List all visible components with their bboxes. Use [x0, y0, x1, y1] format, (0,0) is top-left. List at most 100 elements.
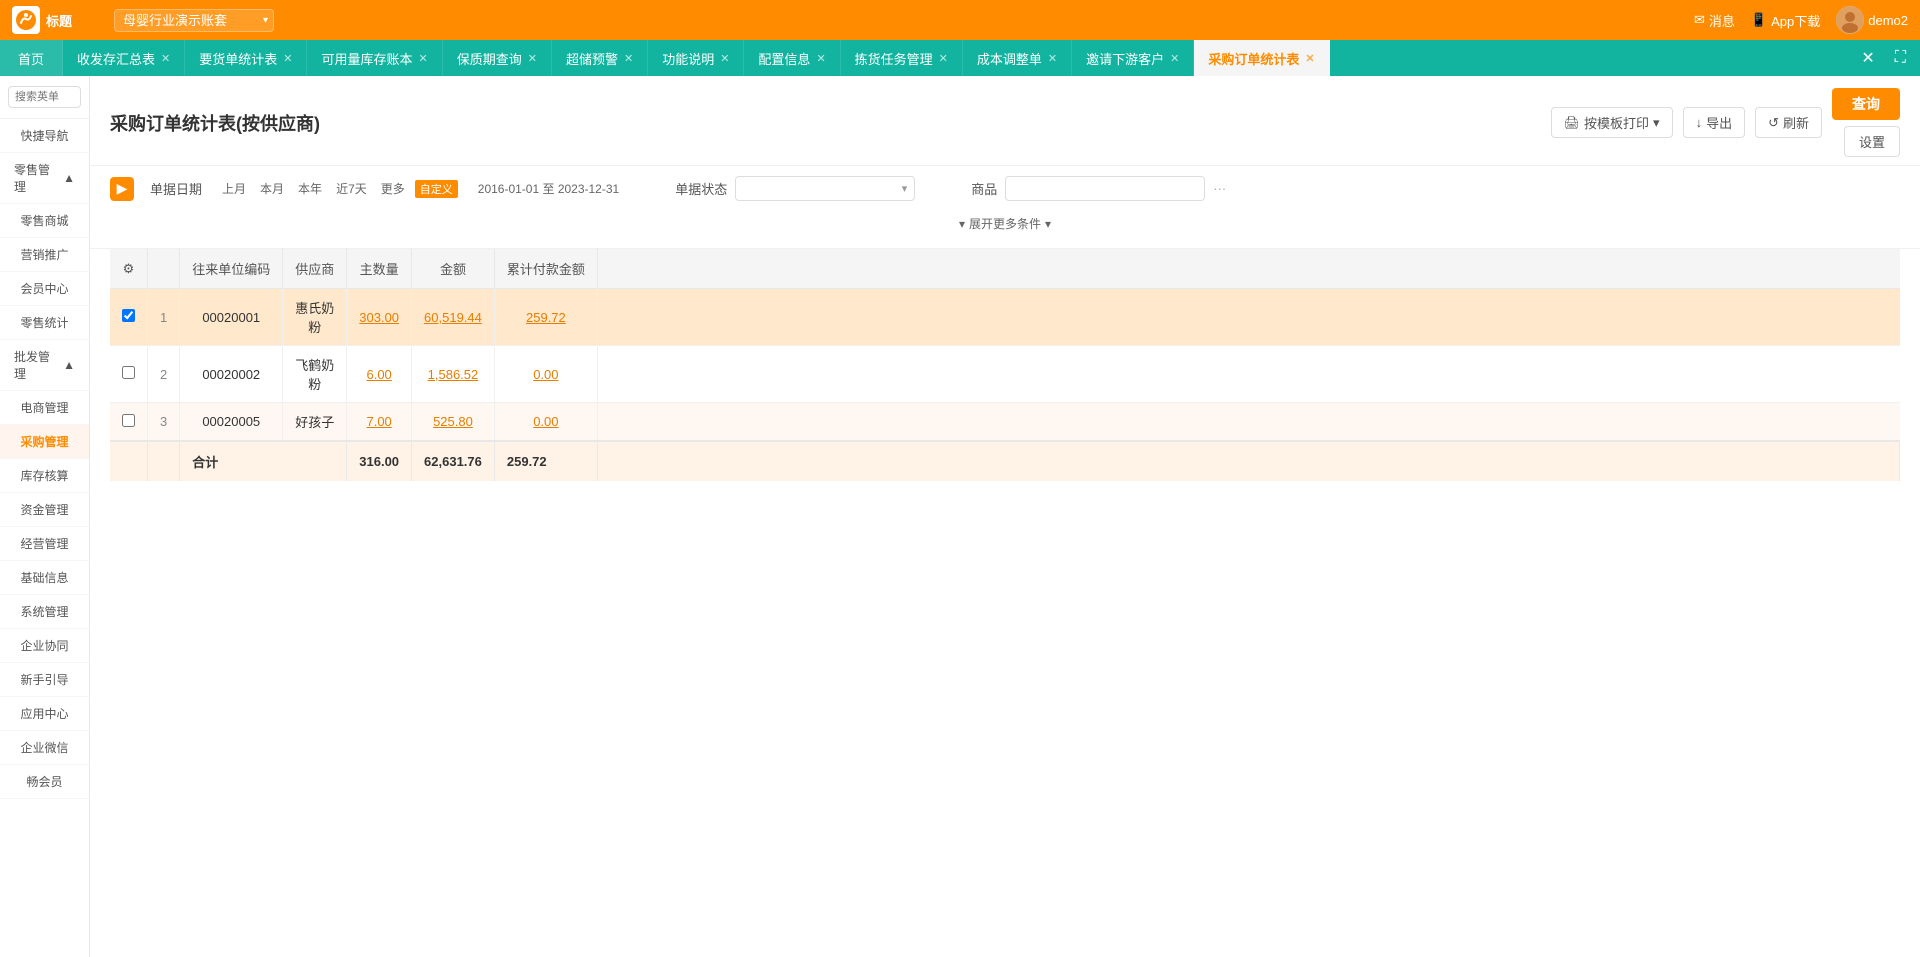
workspace-wrapper[interactable]: 母婴行业演示账套 ▾	[114, 9, 274, 32]
goods-input[interactable]	[1005, 176, 1205, 201]
chevron-down-icon: ▾	[959, 217, 965, 231]
sidebar-label: 批发管理	[14, 348, 59, 382]
sidebar-item-quick-nav[interactable]: 快捷导航	[0, 119, 89, 153]
sidebar-item-finance[interactable]: 资金管理	[0, 493, 89, 527]
row-amount[interactable]: 60,519.44	[412, 289, 495, 346]
sidebar-item-ecommerce-mgmt[interactable]: 电商管理	[0, 391, 89, 425]
sidebar-item-operations[interactable]: 经营管理	[0, 527, 89, 561]
settings-button[interactable]: 设置	[1844, 126, 1900, 157]
row-paid-amount[interactable]: 0.00	[494, 403, 597, 442]
sidebar-item-member[interactable]: 畅会员	[0, 765, 89, 799]
close-tab-btn[interactable]: ✕	[1855, 46, 1880, 70]
more-dates-btn[interactable]: 更多	[377, 179, 409, 198]
search-input[interactable]	[8, 86, 81, 108]
close-icon[interactable]: ✕	[1170, 52, 1179, 65]
this-month-btn[interactable]: 本月	[256, 179, 288, 198]
message-label: 消息	[1709, 11, 1735, 30]
table-row[interactable]: 2 00020002 飞鹤奶粉 6.00 1,586.52 0.00	[110, 346, 1900, 403]
row-quantity[interactable]: 6.00	[347, 346, 412, 403]
close-icon[interactable]: ✕	[1305, 52, 1314, 65]
logo-text: 标题	[46, 11, 72, 30]
row-paid-amount[interactable]: 0.00	[494, 346, 597, 403]
tab-purchase-stats[interactable]: 要货单统计表 ✕	[185, 40, 307, 76]
this-year-btn[interactable]: 本年	[294, 179, 326, 198]
checkbox[interactable]	[122, 366, 135, 379]
row-quantity[interactable]: 7.00	[347, 403, 412, 442]
row-checkbox[interactable]	[110, 289, 148, 346]
sidebar-item-marketing[interactable]: 营销推广	[0, 238, 89, 272]
sidebar-item-inventory[interactable]: 库存核算	[0, 459, 89, 493]
row-quantity[interactable]: 303.00	[347, 289, 412, 346]
tab-purchase-order-stats[interactable]: 采购订单统计表 ✕	[1194, 40, 1329, 76]
tab-available-stock[interactable]: 可用量库存账本 ✕	[307, 40, 442, 76]
expand-arrow-icon: ▲	[63, 171, 75, 185]
last-month-btn[interactable]: 上月	[218, 179, 250, 198]
sidebar-item-basic-info[interactable]: 基础信息	[0, 561, 89, 595]
query-button[interactable]: 查询	[1832, 88, 1900, 120]
sidebar-item-purchase-mgmt[interactable]: 采购管理	[0, 425, 89, 459]
refresh-button[interactable]: ↺ 刷新	[1755, 107, 1822, 138]
row-checkbox[interactable]	[110, 403, 148, 442]
status-select[interactable]	[735, 176, 915, 201]
tab-cost-adjust[interactable]: 成本调整单 ✕	[963, 40, 1072, 76]
sidebar-label: 采购管理	[20, 433, 68, 450]
tab-picking-task[interactable]: 拣货任务管理 ✕	[841, 40, 963, 76]
close-icon[interactable]: ✕	[283, 52, 292, 65]
row-amount[interactable]: 525.80	[412, 403, 495, 442]
app-download-btn[interactable]: 📱 App下载	[1751, 11, 1820, 30]
maximize-btn[interactable]: ⛶	[1889, 47, 1912, 69]
sidebar-item-retail-store[interactable]: 零售商城	[0, 204, 89, 238]
checkbox[interactable]	[122, 414, 135, 427]
message-btn[interactable]: ✉ 消息	[1694, 11, 1735, 30]
custom-date-badge[interactable]: 自定义	[415, 180, 458, 198]
tab-invite-downstream[interactable]: 邀请下游客户 ✕	[1072, 40, 1194, 76]
sidebar-label: 企业协同	[20, 637, 68, 654]
sidebar-item-retail-mgmt[interactable]: 零售管理 ▲	[0, 153, 89, 204]
more-options-icon[interactable]: ···	[1213, 181, 1226, 196]
last-7days-btn[interactable]: 近7天	[332, 179, 371, 198]
user-area[interactable]: demo2	[1836, 6, 1908, 34]
sidebar-item-member-center[interactable]: 会员中心	[0, 272, 89, 306]
sidebar-item-enterprise-wechat[interactable]: 企业微信	[0, 731, 89, 765]
sidebar-item-new-guide[interactable]: 新手引导	[0, 663, 89, 697]
table-row[interactable]: 3 00020005 好孩子 7.00 525.80 0.00	[110, 403, 1900, 442]
export-button[interactable]: ↓ 导出	[1683, 107, 1746, 138]
close-icon[interactable]: ✕	[720, 52, 729, 65]
table-settings-col[interactable]: ⚙	[110, 249, 148, 289]
tab-label: 保质期查询	[457, 49, 522, 68]
user-name: demo2	[1868, 13, 1908, 28]
sidebar-item-retail-stats[interactable]: 零售统计	[0, 306, 89, 340]
row-paid-amount[interactable]: 259.72	[494, 289, 597, 346]
filter-toggle-btn[interactable]: ▶	[110, 177, 134, 201]
expand-more-btn[interactable]: ▾ 展开更多条件 ▾	[959, 215, 1051, 232]
sidebar-item-system-mgmt[interactable]: 系统管理	[0, 595, 89, 629]
top-bar-center: 母婴行业演示账套 ▾	[102, 9, 1694, 32]
sidebar-item-wholesale-mgmt[interactable]: 批发管理 ▲	[0, 340, 89, 391]
table-row[interactable]: 1 00020001 惠氏奶粉 303.00 60,519.44 259.72	[110, 289, 1900, 346]
tab-shelf-life[interactable]: 保质期查询 ✕	[443, 40, 552, 76]
row-amount[interactable]: 1,586.52	[412, 346, 495, 403]
tab-home[interactable]: 首页	[0, 40, 63, 76]
close-icon[interactable]: ✕	[816, 52, 825, 65]
tab-receive-summary[interactable]: 收发存汇总表 ✕	[63, 40, 185, 76]
tab-function-desc[interactable]: 功能说明 ✕	[648, 40, 744, 76]
sidebar-label: 新手引导	[20, 671, 68, 688]
close-icon[interactable]: ✕	[624, 52, 633, 65]
sidebar-label: 会员中心	[20, 280, 68, 297]
sidebar-item-app-center[interactable]: 应用中心	[0, 697, 89, 731]
close-icon[interactable]: ✕	[1048, 52, 1057, 65]
sidebar-item-enterprise-collab[interactable]: 企业协同	[0, 629, 89, 663]
row-checkbox[interactable]	[110, 346, 148, 403]
close-icon[interactable]: ✕	[939, 52, 948, 65]
close-icon[interactable]: ✕	[161, 52, 170, 65]
checkbox[interactable]	[122, 309, 135, 322]
close-icon[interactable]: ✕	[528, 52, 537, 65]
print-button[interactable]: 🖨 按模板打印 ▾	[1551, 107, 1673, 138]
th-empty	[597, 249, 1899, 289]
close-icon[interactable]: ✕	[419, 52, 428, 65]
tab-overstock[interactable]: 超储预警 ✕	[552, 40, 648, 76]
workspace-selector[interactable]: 母婴行业演示账套	[114, 9, 274, 32]
status-select-wrapper[interactable]	[735, 176, 915, 201]
tab-config-info[interactable]: 配置信息 ✕	[744, 40, 840, 76]
tab-label: 功能说明	[662, 49, 714, 68]
